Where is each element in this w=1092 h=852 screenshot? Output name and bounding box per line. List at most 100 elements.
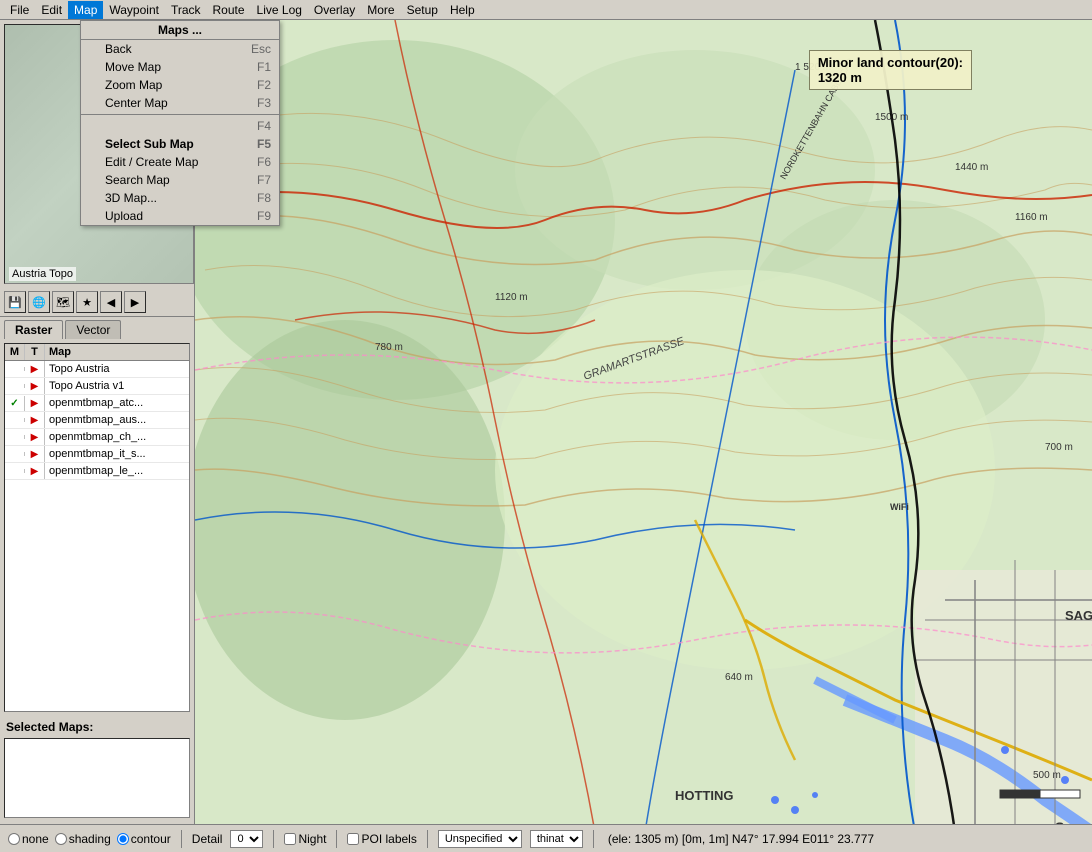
menu-select-sub-map[interactable]: Select Sub Map F5 — [81, 135, 279, 153]
map-area[interactable]: GRAMARTSTRASSE HOTTING SAGGEN NORDKETTEN… — [195, 20, 1092, 832]
map-row-3[interactable]: ▶ openmtbmap_aus... — [5, 412, 189, 429]
maps-dropdown: Maps ... Back Esc Move Map F1 Zoom Map F… — [80, 20, 280, 226]
toolbar-star-btn[interactable]: ★ — [76, 291, 98, 313]
tab-row: Raster Vector — [0, 317, 194, 339]
svg-text:SAGGEN: SAGGEN — [1065, 608, 1092, 623]
map-row-2[interactable]: ✓ ▶ openmtbmap_atc... — [5, 395, 189, 412]
radio-none-input[interactable] — [8, 833, 20, 845]
profile-select[interactable]: thinat — [530, 830, 583, 848]
radio-contour-input[interactable] — [117, 833, 129, 845]
map-row-2-t: ▶ — [25, 395, 45, 411]
map-row-4-m — [5, 435, 25, 439]
map-row-2-name: openmtbmap_atc... — [45, 395, 189, 411]
map-row-3-t: ▶ — [25, 412, 45, 428]
toolbar-row: 💾 🌐 🗺 ★ ◀ ▶ — [0, 288, 194, 317]
menu-edit[interactable]: Edit — [35, 1, 68, 19]
detail-select[interactable]: 0 1234 — [230, 830, 263, 848]
map-row-0[interactable]: ▶ Topo Austria — [5, 361, 189, 378]
poi-checkbox[interactable] — [347, 833, 359, 845]
menu-move-map[interactable]: Move Map F1 — [81, 58, 279, 76]
col-header-m: M — [5, 344, 25, 360]
svg-text:HOTTING: HOTTING — [675, 788, 734, 803]
maps-dropdown-title: Maps ... — [81, 21, 279, 40]
radio-contour-label: contour — [131, 832, 171, 846]
tooltip-line2: 1320 m — [818, 70, 963, 85]
menu-more[interactable]: More — [361, 1, 400, 19]
map-list-header: M T Map — [5, 344, 189, 361]
coordinates-display: (ele: 1305 m) [0m, 1m] N47° 17.994 E011°… — [608, 832, 874, 846]
menu-overlay[interactable]: Overlay — [308, 1, 361, 19]
map-row-4-name: openmtbmap_ch_... — [45, 429, 189, 445]
toolbar-prev-btn[interactable]: ◀ — [100, 291, 122, 313]
map-row-0-t: ▶ — [25, 361, 45, 377]
svg-text:1160 m: 1160 m — [1015, 212, 1048, 223]
detail-label: Detail — [192, 832, 223, 846]
menu-edit-create-map[interactable]: Edit / Create Map F6 — [81, 153, 279, 171]
map-row-5-name: openmtbmap_it_s... — [45, 446, 189, 462]
menubar: File Edit Map Waypoint Track Route Live … — [0, 0, 1092, 20]
night-toggle[interactable]: Night — [284, 832, 326, 846]
svg-text:700 m: 700 m — [1045, 442, 1073, 453]
map-row-1-t: ▶ — [25, 378, 45, 394]
menu-route[interactable]: Route — [207, 1, 251, 19]
map-row-5[interactable]: ▶ openmtbmap_it_s... — [5, 446, 189, 463]
map-list-container: M T Map ▶ Topo Austria ▶ Topo Austria v1… — [4, 343, 190, 712]
tab-raster[interactable]: Raster — [4, 320, 63, 339]
map-row-1-m — [5, 384, 25, 388]
menu-livelog[interactable]: Live Log — [251, 1, 308, 19]
radio-none-label: none — [22, 832, 49, 846]
map-tooltip: Minor land contour(20): 1320 m — [809, 50, 972, 90]
night-checkbox[interactable] — [284, 833, 296, 845]
map-row-6[interactable]: ▶ openmtbmap_le_... — [5, 463, 189, 480]
svg-text:WiFi: WiFi — [890, 502, 909, 512]
tooltip-line1: Minor land contour(20): — [818, 55, 963, 70]
poi-labels-toggle[interactable]: POI labels — [347, 832, 416, 846]
svg-text:500 m: 500 m — [1033, 770, 1061, 781]
toolbar-globe-btn[interactable]: 🌐 — [28, 291, 50, 313]
menu-waypoint[interactable]: Waypoint — [103, 1, 165, 19]
radio-shading[interactable]: shading — [55, 832, 111, 846]
radio-none[interactable]: none — [8, 832, 49, 846]
menu-f4[interactable]: F4 — [81, 117, 279, 135]
menu-file[interactable]: File — [4, 1, 35, 19]
map-canvas: GRAMARTSTRASSE HOTTING SAGGEN NORDKETTEN… — [195, 20, 1092, 832]
menu-setup[interactable]: Setup — [401, 1, 444, 19]
unspecified-select[interactable]: Unspecified — [438, 830, 522, 848]
map-row-5-t: ▶ — [25, 446, 45, 462]
menu-search-map[interactable]: Search Map F7 — [81, 171, 279, 189]
map-row-4[interactable]: ▶ openmtbmap_ch_... — [5, 429, 189, 446]
menu-track[interactable]: Track — [165, 1, 207, 19]
map-row-1[interactable]: ▶ Topo Austria v1 — [5, 378, 189, 395]
svg-text:1500 m: 1500 m — [875, 112, 908, 123]
menu-3d-map[interactable]: 3D Map... F8 — [81, 189, 279, 207]
menu-upload[interactable]: Upload F9 — [81, 207, 279, 225]
menu-map[interactable]: Map — [68, 1, 103, 19]
map-row-4-t: ▶ — [25, 429, 45, 445]
poi-labels-label: POI labels — [361, 832, 416, 846]
svg-text:GRAMARTSTRASSE: GRAMARTSTRASSE — [582, 335, 686, 383]
toolbar-map-btn[interactable]: 🗺 — [52, 291, 74, 313]
toolbar-save-btn[interactable]: 💾 — [4, 291, 26, 313]
col-header-t: T — [25, 344, 45, 360]
svg-text:1120 m: 1120 m — [495, 292, 528, 303]
map-row-5-m — [5, 452, 25, 456]
menu-help[interactable]: Help — [444, 1, 481, 19]
menu-zoom-map[interactable]: Zoom Map F2 — [81, 76, 279, 94]
map-row-3-name: openmtbmap_aus... — [45, 412, 189, 428]
col-header-map: Map — [45, 344, 189, 360]
map-row-0-m — [5, 367, 25, 371]
map-row-6-m — [5, 469, 25, 473]
tab-vector[interactable]: Vector — [65, 320, 121, 339]
map-row-6-name: openmtbmap_le_... — [45, 463, 189, 479]
selected-maps-label: Selected Maps: — [0, 716, 194, 738]
selected-maps-area — [4, 738, 190, 818]
menu-center-map[interactable]: Center Map F3 — [81, 94, 279, 112]
radio-contour[interactable]: contour — [117, 832, 171, 846]
map-row-0-name: Topo Austria — [45, 361, 189, 377]
radio-shading-label: shading — [69, 832, 111, 846]
menu-back[interactable]: Back Esc — [81, 40, 279, 58]
toolbar-next-btn[interactable]: ▶ — [124, 291, 146, 313]
svg-text:1440 m: 1440 m — [955, 162, 988, 173]
map-row-3-m — [5, 418, 25, 422]
radio-shading-input[interactable] — [55, 833, 67, 845]
